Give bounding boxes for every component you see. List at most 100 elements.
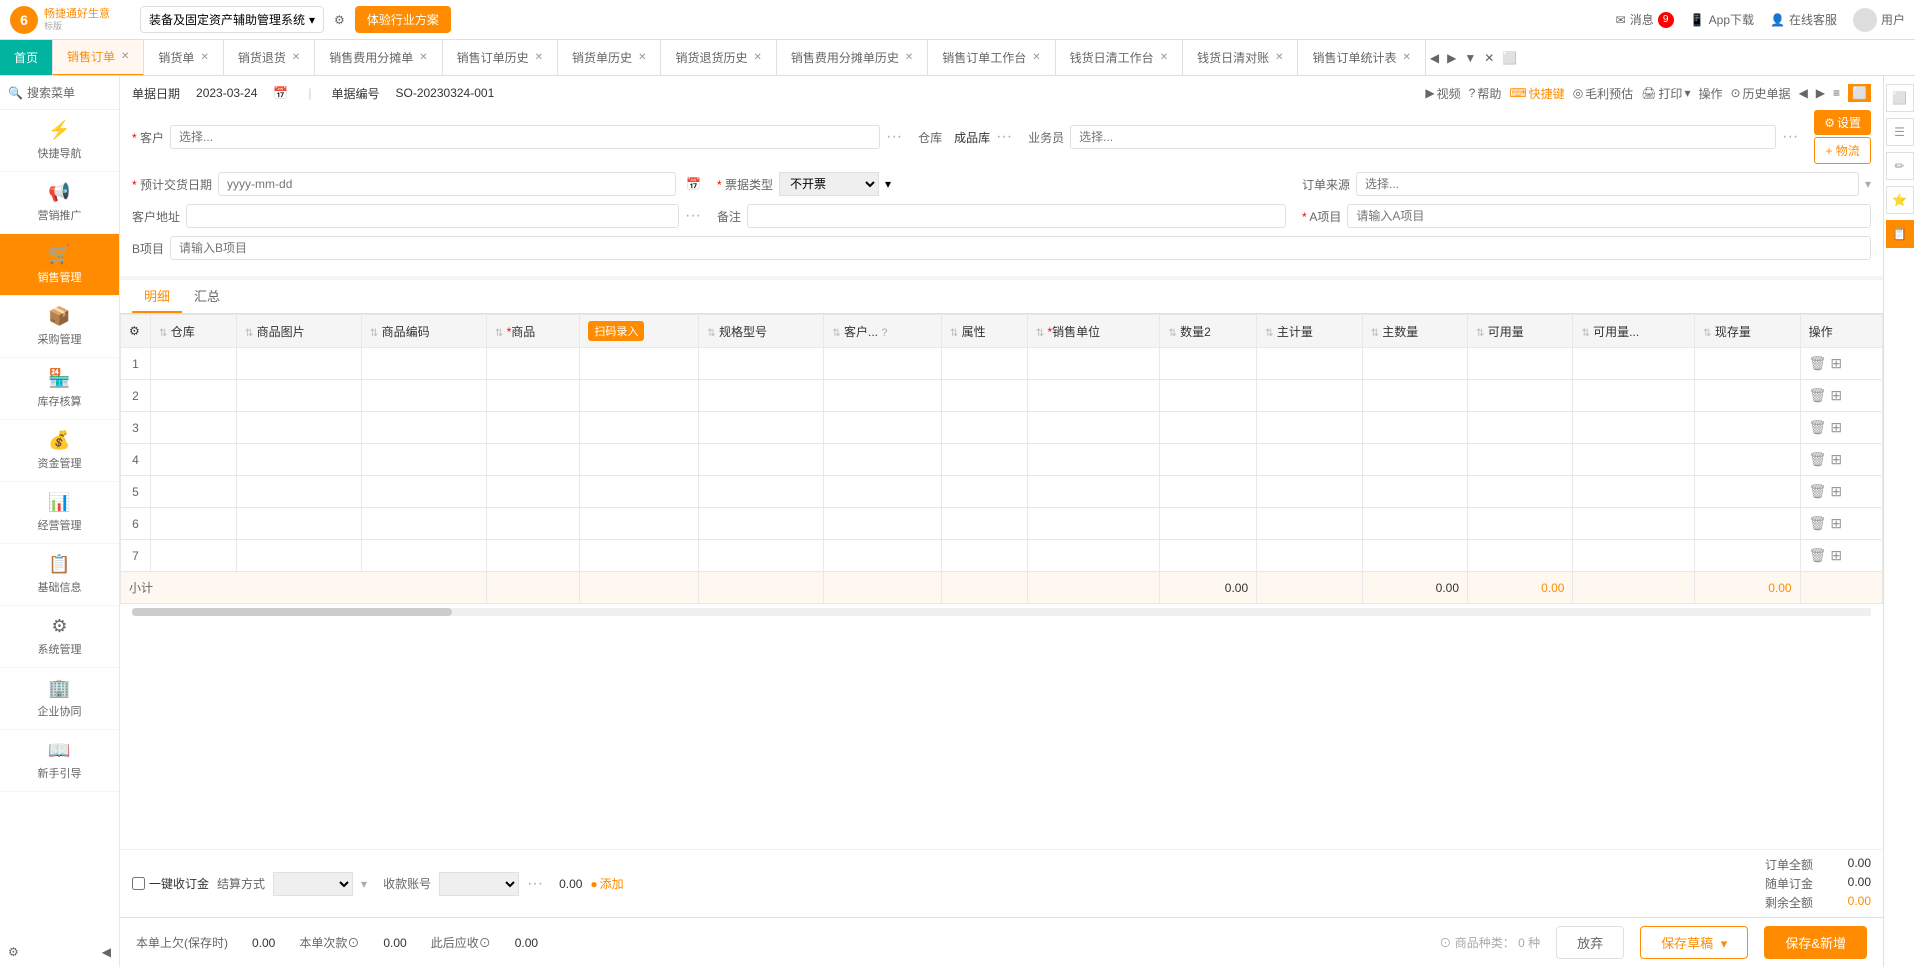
operations-button[interactable]: 操作 [1698,85,1722,102]
sidebar-item-marketing[interactable]: 📢 营销推广 [0,172,119,234]
tab-sales-expense[interactable]: 销售费用分摊单 ✕ [315,40,442,76]
col-attr[interactable]: ⇅ 属性 [941,315,1027,348]
copy-row-icon[interactable]: ⊞ [1830,387,1842,404]
delete-row-icon[interactable]: 🗑 [1809,419,1827,436]
tab-maximize[interactable]: ⬜ [1498,51,1521,65]
copy-row-icon[interactable]: ⊞ [1830,483,1842,500]
industry-solution-button[interactable]: 体验行业方案 [355,6,451,33]
account-more-icon[interactable]: ··· [527,875,543,893]
copy-row-icon[interactable]: ⊞ [1830,355,1842,372]
online-service-button[interactable]: 👤 在线客服 [1770,11,1837,28]
app-download-button[interactable]: 📱 App下载 [1690,11,1754,28]
a-project-input[interactable] [1347,204,1871,228]
tab-nav-next[interactable]: ▶ [1443,51,1460,65]
tab-sales-return[interactable]: 销货退货 ✕ [224,40,315,76]
tab-close-icon[interactable]: ✕ [419,52,427,63]
tab-close-icon[interactable]: ✕ [121,51,129,62]
sidebar-item-inventory[interactable]: 🏪 库存核算 [0,358,119,420]
system-selector[interactable]: 装备及固定资产辅助管理系统 ▾ [140,6,324,33]
delete-row-icon[interactable]: 🗑 [1809,451,1827,468]
prev-record-icon[interactable]: ◀ [1799,86,1808,100]
sidebar-settings-icon[interactable]: ⚙ [8,945,19,959]
settings-icon[interactable]: ⚙ [334,13,345,27]
message-button[interactable]: ✉ 消息 9 [1616,11,1674,28]
tab-invoice-history[interactable]: 销货单历史 ✕ [558,40,661,76]
add-logistics-button[interactable]: + 物流 [1814,137,1871,164]
tab-daily-workbench[interactable]: 钱货日清工作台 ✕ [1056,40,1183,76]
help-button[interactable]: ? 帮助 [1469,85,1502,102]
tab-summary[interactable]: 汇总 [182,280,232,313]
next-record-icon[interactable]: ▶ [1816,86,1825,100]
customer-more-icon[interactable]: ··· [886,128,902,146]
sidebar-item-basic[interactable]: 📋 基础信息 [0,544,119,606]
fullscreen-icon[interactable]: ⬜ [1848,84,1871,102]
tab-sales-invoice[interactable]: 销货单 ✕ [144,40,223,76]
tab-close-icon[interactable]: ✕ [1032,52,1040,63]
tab-close-icon[interactable]: ✕ [638,52,646,63]
warehouse-more-icon[interactable]: ··· [996,128,1012,146]
profit-estimate-button[interactable]: ◎ 毛利预估 [1573,85,1634,102]
shortcut-button[interactable]: ⌨ 快捷键 [1509,85,1564,102]
payment-method-select[interactable] [273,872,353,896]
right-panel-icon-2[interactable]: ☰ [1886,118,1914,146]
tab-close-icon[interactable]: ✕ [535,52,543,63]
sidebar-item-purchase[interactable]: 📦 采购管理 [0,296,119,358]
col-warehouse[interactable]: ⇅ 仓库 [151,315,237,348]
one-click-payment-checkbox[interactable]: 一键收订金 [132,875,209,892]
delivery-date-input[interactable] [218,172,676,196]
sidebar-collapse-icon[interactable]: ◀ [102,945,111,959]
sidebar-item-ops[interactable]: 📊 经营管理 [0,482,119,544]
print-button[interactable]: 🖨 打印 ▾ [1641,85,1690,102]
tab-close-icon[interactable]: ✕ [905,52,913,63]
copy-row-icon[interactable]: ⊞ [1830,451,1842,468]
copy-row-icon[interactable]: ⊞ [1830,515,1842,532]
customer-input[interactable] [170,125,880,149]
b-project-input[interactable] [170,236,1871,260]
calendar2-icon[interactable]: 📅 [686,177,701,191]
sidebar-search[interactable]: 🔍 搜索菜单 [0,76,119,110]
tab-close-icon[interactable]: ✕ [753,52,761,63]
col-main-unit[interactable]: ⇅ 主计量 [1257,315,1362,348]
tab-close-icon[interactable]: ✕ [1275,52,1283,63]
tab-close-icon[interactable]: ✕ [1403,52,1411,63]
one-click-checkbox-input[interactable] [132,877,145,890]
col-code[interactable]: ⇅ 商品编码 [361,315,486,348]
tab-close-icon[interactable]: ✕ [1160,52,1168,63]
sidebar-item-finance[interactable]: 💰 资金管理 [0,420,119,482]
col-unit[interactable]: ⇅ *销售单位 [1027,315,1160,348]
col-image[interactable]: ⇅ 商品图片 [236,315,361,348]
history-button[interactable]: ⊙ 历史单据 [1730,85,1790,102]
copy-row-icon[interactable]: ⊞ [1830,419,1842,436]
view-toggle-icon[interactable]: ≡ [1833,86,1840,100]
user-button[interactable]: 用户 [1853,8,1905,32]
col-current-qty[interactable]: ⇅ 现存量 [1695,315,1800,348]
delete-row-icon[interactable]: 🗑 [1809,483,1827,500]
tab-daily-reconcile[interactable]: 钱货日清对账 ✕ [1183,40,1298,76]
tab-nav-menu[interactable]: ▼ [1460,51,1480,65]
tab-sales-order-history[interactable]: 销售订单历史 ✕ [443,40,558,76]
col-main-qty[interactable]: ⇅ 主数量 [1362,315,1467,348]
sidebar-item-guide[interactable]: 📖 新手引导 [0,730,119,792]
delete-row-icon[interactable]: 🗑 [1809,355,1827,372]
tab-close-icon[interactable]: ✕ [200,52,208,63]
col-qty2[interactable]: ⇅ 数量2 [1160,315,1257,348]
horizontal-scrollbar[interactable] [132,608,1871,616]
scan-input-button[interactable]: 扫码录入 [588,321,644,341]
salesperson-input[interactable] [1070,125,1776,149]
col-scan[interactable]: 扫码录入 [580,315,699,348]
tab-sales-order[interactable]: 销售订单 ✕ [53,40,144,76]
order-source-input[interactable] [1356,172,1859,196]
delete-row-icon[interactable]: 🗑 [1809,387,1827,404]
sidebar-item-quick-nav[interactable]: ⚡ 快捷导航 [0,110,119,172]
save-draft-dropdown-icon[interactable]: ▾ [1721,936,1728,951]
remarks-input[interactable] [747,204,1286,228]
add-payment-button[interactable]: ● 添加 [590,875,623,892]
table-settings-icon[interactable]: ⚙ [129,324,140,338]
right-panel-icon-5[interactable]: 📋 [1886,220,1914,248]
address-more-icon[interactable]: ··· [685,207,701,225]
tab-close-all[interactable]: ✕ [1480,51,1498,65]
invoice-type-select[interactable]: 不开票 开票 [779,172,879,196]
col-avail-qty[interactable]: ⇅ 可用量 [1468,315,1573,348]
right-panel-icon-4[interactable]: ⭐ [1886,186,1914,214]
print-dropdown-icon[interactable]: ▾ [1684,86,1690,100]
